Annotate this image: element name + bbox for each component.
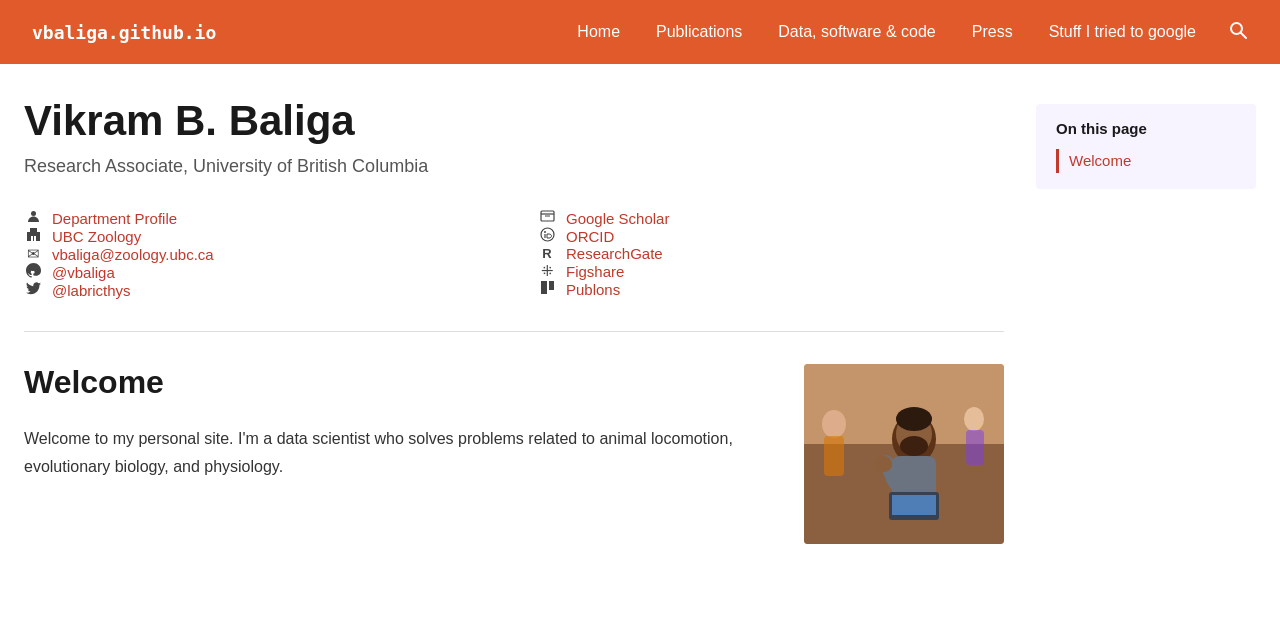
links-right: Google Scholar ORCID R ResearchGate ⁜ Fi…: [538, 209, 1004, 299]
svg-line-1: [1241, 32, 1247, 38]
nav-home[interactable]: Home: [577, 23, 620, 40]
svg-point-26: [822, 410, 846, 438]
svg-rect-13: [541, 281, 547, 294]
search-icon[interactable]: [1228, 20, 1248, 45]
svg-rect-25: [892, 495, 936, 515]
main-content: Vikram B. Baliga Research Associate, Uni…: [24, 96, 1036, 544]
on-this-page-welcome-link[interactable]: Welcome: [1056, 149, 1236, 173]
scholar-icon: [538, 209, 556, 227]
welcome-section: Welcome Welcome to my personal site. I'm…: [24, 364, 1004, 544]
svg-point-23: [876, 456, 892, 472]
welcome-text: Welcome Welcome to my personal site. I'm…: [24, 364, 772, 479]
svg-rect-3: [27, 232, 40, 241]
page-wrapper: Vikram B. Baliga Research Associate, Uni…: [0, 64, 1280, 576]
svg-rect-29: [966, 430, 984, 465]
svg-rect-5: [31, 236, 33, 241]
link-orcid: ORCID: [538, 227, 1004, 245]
twitter-link[interactable]: @labricthys: [52, 282, 131, 299]
svg-point-28: [964, 407, 984, 431]
svg-rect-27: [824, 436, 844, 476]
figshare-link[interactable]: Figshare: [566, 263, 624, 280]
publons-link[interactable]: Publons: [566, 281, 620, 298]
link-ubc-zoology: UBC Zoology: [24, 227, 490, 245]
main-nav: vbaliga.github.io Home Publications Data…: [0, 0, 1280, 64]
link-researchgate: R ResearchGate: [538, 245, 1004, 262]
link-figshare: ⁜ Figshare: [538, 262, 1004, 280]
svg-point-11: [544, 231, 546, 233]
links-grid: Department Profile UBC Zoology ✉ vbaliga…: [24, 209, 1004, 299]
ubc-zoology-link[interactable]: UBC Zoology: [52, 228, 141, 245]
welcome-image: [804, 364, 1004, 544]
section-divider: [24, 331, 1004, 332]
link-publons: Publons: [538, 280, 1004, 298]
github-icon: [24, 263, 42, 281]
on-this-page-box: On this page Welcome: [1036, 104, 1256, 189]
on-this-page-title: On this page: [1056, 120, 1236, 137]
building-icon: [24, 227, 42, 245]
link-github: @vbaliga: [24, 263, 490, 281]
github-link[interactable]: @vbaliga: [52, 264, 115, 281]
nav-data[interactable]: Data, software & code: [778, 23, 935, 40]
department-profile-link[interactable]: Department Profile: [52, 210, 177, 227]
nav-links: Home Publications Data, software & code …: [577, 23, 1196, 41]
person-icon: [24, 209, 42, 227]
link-email: ✉ vbaliga@zoology.ubc.ca: [24, 245, 490, 263]
nav-press[interactable]: Press: [972, 23, 1013, 40]
researchgate-icon: R: [538, 246, 556, 261]
sidebar: On this page Welcome: [1036, 96, 1256, 544]
email-icon: ✉: [24, 245, 42, 263]
profile-title: Research Associate, University of Britis…: [24, 156, 1004, 177]
svg-rect-4: [30, 228, 37, 232]
welcome-heading: Welcome: [24, 364, 772, 401]
svg-point-19: [896, 407, 932, 431]
publons-icon: [538, 280, 556, 298]
link-google-scholar: Google Scholar: [538, 209, 1004, 227]
svg-point-20: [900, 436, 928, 456]
svg-point-2: [31, 211, 36, 216]
email-link[interactable]: vbaliga@zoology.ubc.ca: [52, 246, 214, 263]
svg-rect-14: [549, 281, 554, 290]
researchgate-link[interactable]: ResearchGate: [566, 245, 663, 262]
nav-publications[interactable]: Publications: [656, 23, 742, 40]
site-brand[interactable]: vbaliga.github.io: [32, 22, 216, 43]
profile-header: Vikram B. Baliga Research Associate, Uni…: [24, 96, 1004, 177]
google-scholar-link[interactable]: Google Scholar: [566, 210, 669, 227]
twitter-icon: [24, 281, 42, 299]
profile-name: Vikram B. Baliga: [24, 96, 1004, 146]
nav-stuff[interactable]: Stuff I tried to google: [1049, 23, 1196, 40]
welcome-body: Welcome to my personal site. I'm a data …: [24, 425, 772, 479]
links-left: Department Profile UBC Zoology ✉ vbaliga…: [24, 209, 490, 299]
link-department-profile: Department Profile: [24, 209, 490, 227]
figshare-icon: ⁜: [538, 262, 556, 280]
orcid-icon: [538, 227, 556, 245]
orcid-link[interactable]: ORCID: [566, 228, 614, 245]
link-twitter: @labricthys: [24, 281, 490, 299]
svg-rect-6: [34, 236, 36, 241]
